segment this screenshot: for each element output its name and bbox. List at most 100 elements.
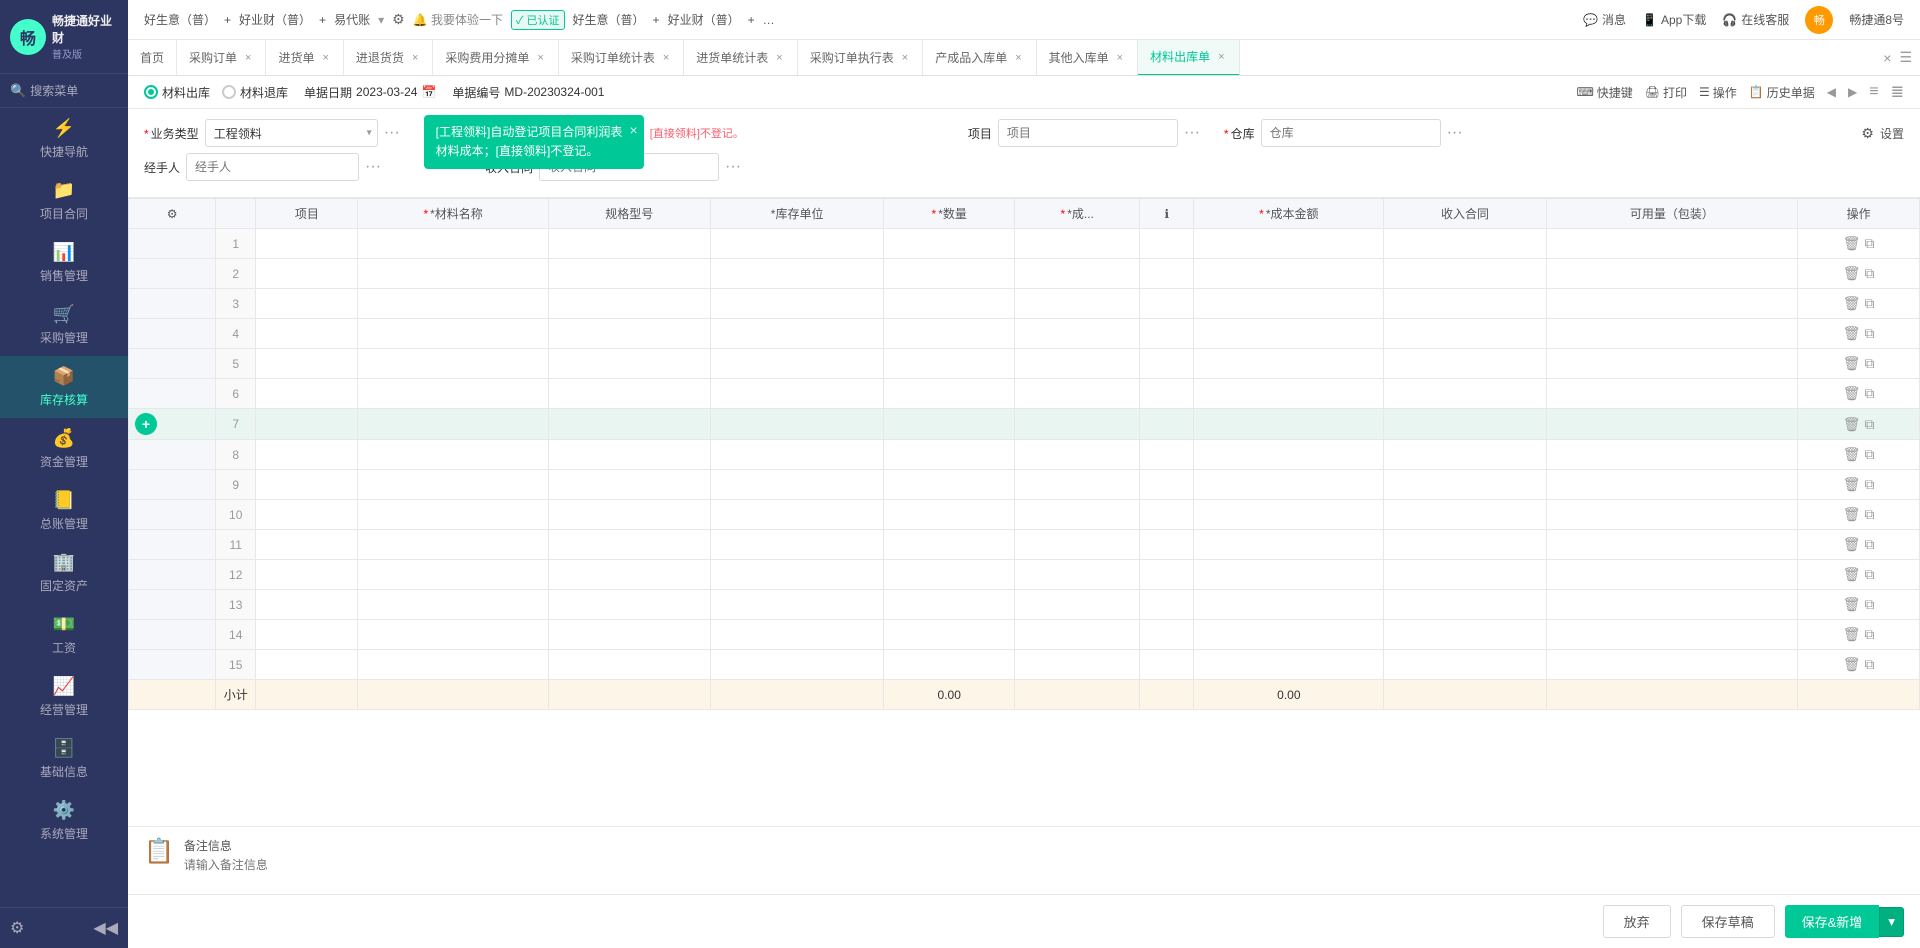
sidebar-item-operations[interactable]: 📈 经营管理 [0,666,128,728]
tab-close-icon[interactable]: × [1115,51,1125,65]
settings-btn[interactable]: ⚙ [392,11,405,28]
save-new-main-button[interactable]: 保存&新增 [1785,905,1880,938]
table-cell[interactable] [1384,440,1546,470]
table-cell[interactable] [710,470,884,500]
save-draft-button[interactable]: 保存草稿 [1681,905,1775,938]
table-cell[interactable] [1014,319,1140,349]
table-cell[interactable] [1194,349,1384,379]
delete-row-btn[interactable]: 🗑 [1843,265,1861,281]
collapse-icon[interactable]: ◀◀ [93,918,118,938]
sidebar-item-shortcut[interactable]: ⚡ 快捷导航 [0,108,128,170]
table-cell[interactable] [358,650,548,680]
history-btn[interactable]: 📋 历史单据 [1749,84,1815,101]
table-cell[interactable] [548,560,710,590]
table-cell[interactable] [256,409,358,440]
tab-goods-in[interactable]: 进货单 × [266,40,343,76]
table-cell[interactable] [710,349,884,379]
table-cell[interactable] [710,379,884,409]
table-cell[interactable] [710,590,884,620]
delete-row-btn[interactable]: 🗑 [1843,325,1861,341]
copy-row-btn[interactable]: ⧉ [1865,656,1875,672]
sidebar-item-sales[interactable]: 📊 销售管理 [0,232,128,294]
nav-haoshengyi2[interactable]: 好生意（普） [573,11,645,28]
sidebar-item-purchase[interactable]: 🛒 采购管理 [0,294,128,356]
table-cell[interactable] [1140,319,1194,349]
copy-row-btn[interactable]: ⧉ [1865,536,1875,552]
table-cell[interactable] [710,409,884,440]
delete-row-btn[interactable]: 🗑 [1843,295,1861,311]
table-cell[interactable] [1194,229,1384,259]
table-cell[interactable] [1140,229,1194,259]
table-cell[interactable] [1014,650,1140,680]
radio-material-out[interactable]: 材料出库 [144,84,210,101]
table-cell[interactable] [710,259,884,289]
table-cell[interactable] [256,620,358,650]
table-cell[interactable] [1546,379,1798,409]
table-cell[interactable] [1194,289,1384,319]
table-cell[interactable] [548,440,710,470]
table-cell[interactable] [358,349,548,379]
table-cell[interactable] [710,620,884,650]
table-cell[interactable] [548,620,710,650]
table-cell[interactable] [1384,620,1546,650]
table-cell[interactable] [1014,409,1140,440]
table-cell[interactable] [1140,259,1194,289]
table-cell[interactable] [710,530,884,560]
table-cell[interactable] [1140,379,1194,409]
table-cell[interactable] [548,289,710,319]
table-cell[interactable] [1384,590,1546,620]
sidebar-item-base[interactable]: 🗄️ 基础信息 [0,728,128,790]
search-menu[interactable]: 🔍 搜索菜单 [0,74,128,108]
table-cell[interactable] [256,650,358,680]
table-cell[interactable] [358,560,548,590]
table-cell[interactable] [256,259,358,289]
notes-textarea[interactable] [184,856,784,884]
table-cell[interactable] [1140,470,1194,500]
table-cell[interactable] [1194,500,1384,530]
sidebar-item-assets[interactable]: 🏢 固定资产 [0,542,128,604]
tab-close-icon[interactable]: × [661,51,671,65]
table-cell[interactable] [548,470,710,500]
table-cell[interactable] [256,349,358,379]
copy-row-btn[interactable]: ⧉ [1865,626,1875,642]
table-cell[interactable] [1384,289,1546,319]
table-cell[interactable] [1014,289,1140,319]
copy-row-btn[interactable]: ⧉ [1865,295,1875,311]
table-cell[interactable] [884,379,1014,409]
table-cell[interactable] [710,440,884,470]
table-cell[interactable] [1014,530,1140,560]
tab-options[interactable]: ☰ [1899,49,1912,66]
settings-gear-icon[interactable]: ⚙ [1861,125,1874,142]
table-cell[interactable] [1194,590,1384,620]
table-cell[interactable] [1384,409,1546,440]
table-cell[interactable] [548,650,710,680]
table-cell[interactable] [1546,470,1798,500]
table-cell[interactable] [1546,319,1798,349]
tab-purchase-exec[interactable]: 采购订单执行表 × [798,40,923,76]
tooltip-close-btn[interactable]: × [629,119,637,141]
table-cell[interactable] [884,530,1014,560]
nav-haoyecai2[interactable]: 好业财（普） [668,11,740,28]
table-cell[interactable] [1546,650,1798,680]
table-cell[interactable] [1140,289,1194,319]
nav-yidaizhang[interactable]: 易代账 [334,11,370,28]
table-cell[interactable] [358,229,548,259]
online-service-btn[interactable]: 🎧 在线客服 [1722,11,1789,28]
table-cell[interactable] [358,590,548,620]
table-cell[interactable] [884,440,1014,470]
table-cell[interactable] [710,560,884,590]
table-cell[interactable] [256,560,358,590]
copy-row-btn[interactable]: ⧉ [1865,355,1875,371]
table-cell[interactable] [548,379,710,409]
tab-other-in[interactable]: 其他入库单 × [1037,40,1138,76]
user-avatar[interactable]: 畅 [1805,6,1833,34]
copy-row-btn[interactable]: ⧉ [1865,265,1875,281]
sidebar-item-inventory[interactable]: 📦 库存核算 [0,356,128,418]
table-cell[interactable] [1384,530,1546,560]
table-cell[interactable] [256,470,358,500]
table-cell[interactable] [1140,349,1194,379]
discard-button[interactable]: 放弃 [1603,905,1671,938]
table-cell[interactable] [358,530,548,560]
table-cell[interactable] [1140,440,1194,470]
expand-icon[interactable]: ▾ [378,13,384,27]
